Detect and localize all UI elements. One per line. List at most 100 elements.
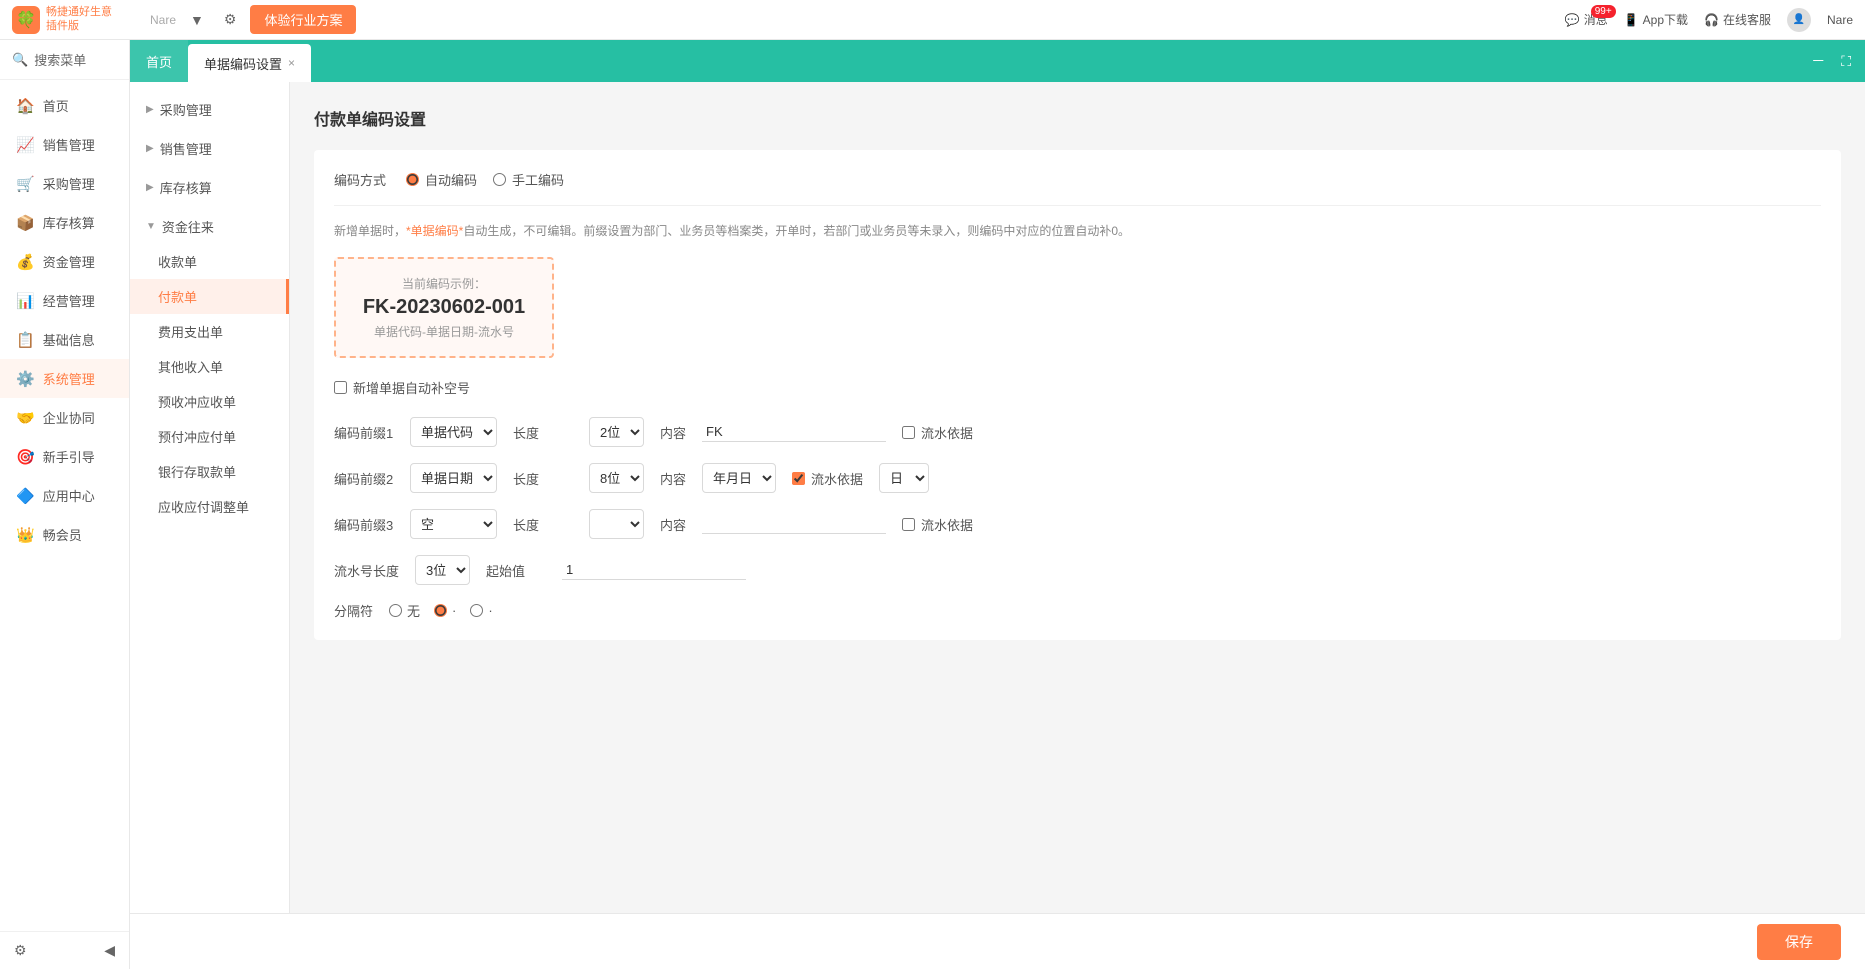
sidebar-item-member[interactable]: 👑 畅会员: [0, 515, 129, 554]
sidebar-item-operation[interactable]: 📊 经营管理: [0, 281, 129, 320]
sidebar-item-purchase[interactable]: 🛒 采购管理: [0, 164, 129, 203]
app-icon: 📱: [1624, 13, 1639, 27]
day-select[interactable]: 日 月 年: [879, 463, 929, 493]
content2-select[interactable]: 年月日 年月 年: [702, 463, 776, 493]
prefix1-row: 编码前缀1 单据代码 部门 业务员 空 长度 2位 3位 4位: [334, 417, 1821, 447]
sep-none-radio[interactable]: [389, 604, 402, 617]
tab-encode-settings[interactable]: 单据编码设置 ×: [188, 44, 311, 82]
app-download-btn[interactable]: 📱 App下载: [1624, 11, 1688, 28]
sep-dash-radio[interactable]: [470, 604, 483, 617]
dropdown-arrow-btn[interactable]: ▼: [184, 10, 210, 30]
sub-header-purchase[interactable]: ▶ 采购管理: [130, 92, 289, 127]
content2-label: 内容: [660, 469, 686, 488]
flow3-checkbox-label[interactable]: 流水依据: [902, 515, 973, 534]
save-button[interactable]: 保存: [1757, 924, 1841, 960]
sales-icon: 📈: [16, 136, 35, 154]
sub-item-bank[interactable]: 银行存取款单: [130, 454, 289, 489]
online-service-btn[interactable]: 🎧 在线客服: [1704, 11, 1771, 28]
search-icon: 🔍: [12, 52, 28, 68]
encode-method-row: 编码方式 自动编码 手工编码: [334, 170, 1821, 206]
start-value-input[interactable]: [562, 560, 746, 580]
account-text: Nare: [150, 13, 176, 27]
encode-label: 编码方式: [334, 170, 386, 189]
sub-item-receipt[interactable]: 收款单: [130, 244, 289, 279]
manual-encode-radio[interactable]: [493, 173, 506, 186]
content3-label: 内容: [660, 515, 686, 534]
prefix1-select[interactable]: 单据代码 部门 业务员 空: [410, 417, 497, 447]
encode-radio-group: 自动编码 手工编码: [406, 170, 564, 189]
auto-fill-row[interactable]: 新增单据自动补空号: [334, 378, 1821, 397]
prefix3-select[interactable]: 空 单据代码 单据日期 部门 业务员: [410, 509, 497, 539]
sidebar-item-corp[interactable]: 🤝 企业协同: [0, 398, 129, 437]
search-menu-btn[interactable]: 🔍 搜索菜单: [0, 40, 129, 80]
auto-fill-checkbox[interactable]: [334, 381, 347, 394]
sidebar-settings-btn[interactable]: ⚙: [8, 940, 33, 961]
main-layout: 🔍 搜索菜单 🏠 首页 📈 销售管理 🛒 采购管理 📦 库存核算 💰: [0, 40, 1865, 969]
top-bar-right: 💬 消息 99+ 📱 App下载 🎧 在线客服 👤 Nare: [1565, 8, 1853, 32]
length3-select[interactable]: 2位 4位: [589, 509, 644, 539]
sidebar-bottom: ⚙ ◀: [0, 931, 129, 969]
length2-label: 长度: [513, 469, 573, 488]
flow1-checkbox[interactable]: [902, 426, 915, 439]
settings-btn[interactable]: ⚙: [218, 9, 243, 30]
auto-encode-radio[interactable]: [406, 173, 419, 186]
sidebar-item-sales[interactable]: 📈 销售管理: [0, 125, 129, 164]
sub-item-pre-receive[interactable]: 预收冲应收单: [130, 384, 289, 419]
prefix2-select[interactable]: 单据日期 单据代码 部门 业务员 空: [410, 463, 497, 493]
apps-icon: 🔷: [16, 487, 35, 505]
sub-item-payment[interactable]: 付款单: [130, 279, 289, 314]
sub-header-sales[interactable]: ▶ 销售管理: [130, 131, 289, 166]
sub-item-expense[interactable]: 费用支出单: [130, 314, 289, 349]
sidebar-item-home[interactable]: 🏠 首页: [0, 86, 129, 125]
sidebar-item-finance[interactable]: 💰 资金管理: [0, 242, 129, 281]
sep-dot-radio[interactable]: [434, 604, 447, 617]
sub-item-pre-pay[interactable]: 预付冲应付单: [130, 419, 289, 454]
preview-box: 当前编码示例： FK-20230602-001 单据代码-单据日期-流水号: [334, 257, 554, 358]
main-content: 付款单编码设置 编码方式 自动编码 手工编码: [290, 82, 1865, 913]
sub-item-other-income[interactable]: 其他收入单: [130, 349, 289, 384]
sidebar-item-guide[interactable]: 🎯 新手引导: [0, 437, 129, 476]
flow2-checkbox-label[interactable]: 流水依据: [792, 469, 863, 488]
sub-header-inventory[interactable]: ▶ 库存核算: [130, 170, 289, 205]
serial-length-label: 流水号长度: [334, 561, 399, 580]
sub-header-capital[interactable]: ▼ 资金往来: [130, 209, 289, 244]
tab-home[interactable]: 首页: [130, 40, 188, 82]
flow3-checkbox[interactable]: [902, 518, 915, 531]
sub-item-adjust[interactable]: 应收应付调整单: [130, 489, 289, 524]
trial-btn[interactable]: 体验行业方案: [250, 5, 356, 34]
sidebar-item-inventory[interactable]: 📦 库存核算: [0, 203, 129, 242]
sidebar-item-system[interactable]: ⚙️ 系统管理: [0, 359, 129, 398]
sep-dash-option[interactable]: ·: [470, 603, 492, 618]
sidebar-item-basic[interactable]: 📋 基础信息: [0, 320, 129, 359]
tab-minimize-btn[interactable]: －: [1807, 47, 1829, 75]
message-btn[interactable]: 💬 消息 99+: [1565, 11, 1608, 28]
flow2-checkbox[interactable]: [792, 472, 805, 485]
flow1-checkbox-label[interactable]: 流水依据: [902, 423, 973, 442]
sidebar-collapse-btn[interactable]: ◀: [98, 940, 121, 961]
preview-label: 当前编码示例：: [360, 275, 528, 292]
sidebar-item-apps[interactable]: 🔷 应用中心: [0, 476, 129, 515]
prefix3-label: 编码前缀3: [334, 515, 394, 534]
tab-close-btn[interactable]: ×: [288, 56, 295, 70]
tab-maximize-btn[interactable]: ⛶: [1837, 47, 1855, 75]
user-name[interactable]: Nare: [1827, 13, 1853, 27]
tab-bar: 首页 单据编码设置 × － ⛶: [130, 40, 1865, 82]
sub-sidebar: ▶ 采购管理 ▶ 销售管理 ▶ 库存核算: [130, 82, 290, 913]
avatar[interactable]: 👤: [1787, 8, 1811, 32]
sep-dot-option[interactable]: ·: [434, 603, 456, 618]
auto-encode-option[interactable]: 自动编码: [406, 170, 477, 189]
content1-input[interactable]: [702, 422, 886, 442]
content3-input[interactable]: [702, 514, 886, 534]
serial-length-select[interactable]: 3位 4位 5位 6位: [415, 555, 470, 585]
sidebar-nav: 🏠 首页 📈 销售管理 🛒 采购管理 📦 库存核算 💰 资金管理 📊 经: [0, 80, 129, 931]
length2-select[interactable]: 8位 6位 4位: [589, 463, 644, 493]
sub-group-sales: ▶ 销售管理: [130, 131, 289, 166]
brand: 🍀 畅捷通好生意 插件版: [12, 6, 112, 34]
top-bar-left: 🍀 畅捷通好生意 插件版 Nare ▼ ⚙ 体验行业方案: [12, 5, 1555, 34]
manual-encode-option[interactable]: 手工编码: [493, 170, 564, 189]
brand-logo: 🍀: [12, 6, 40, 34]
member-icon: 👑: [16, 526, 35, 544]
length1-select[interactable]: 2位 3位 4位: [589, 417, 644, 447]
system-icon: ⚙️: [16, 370, 35, 388]
sep-none-option[interactable]: 无: [389, 601, 420, 620]
